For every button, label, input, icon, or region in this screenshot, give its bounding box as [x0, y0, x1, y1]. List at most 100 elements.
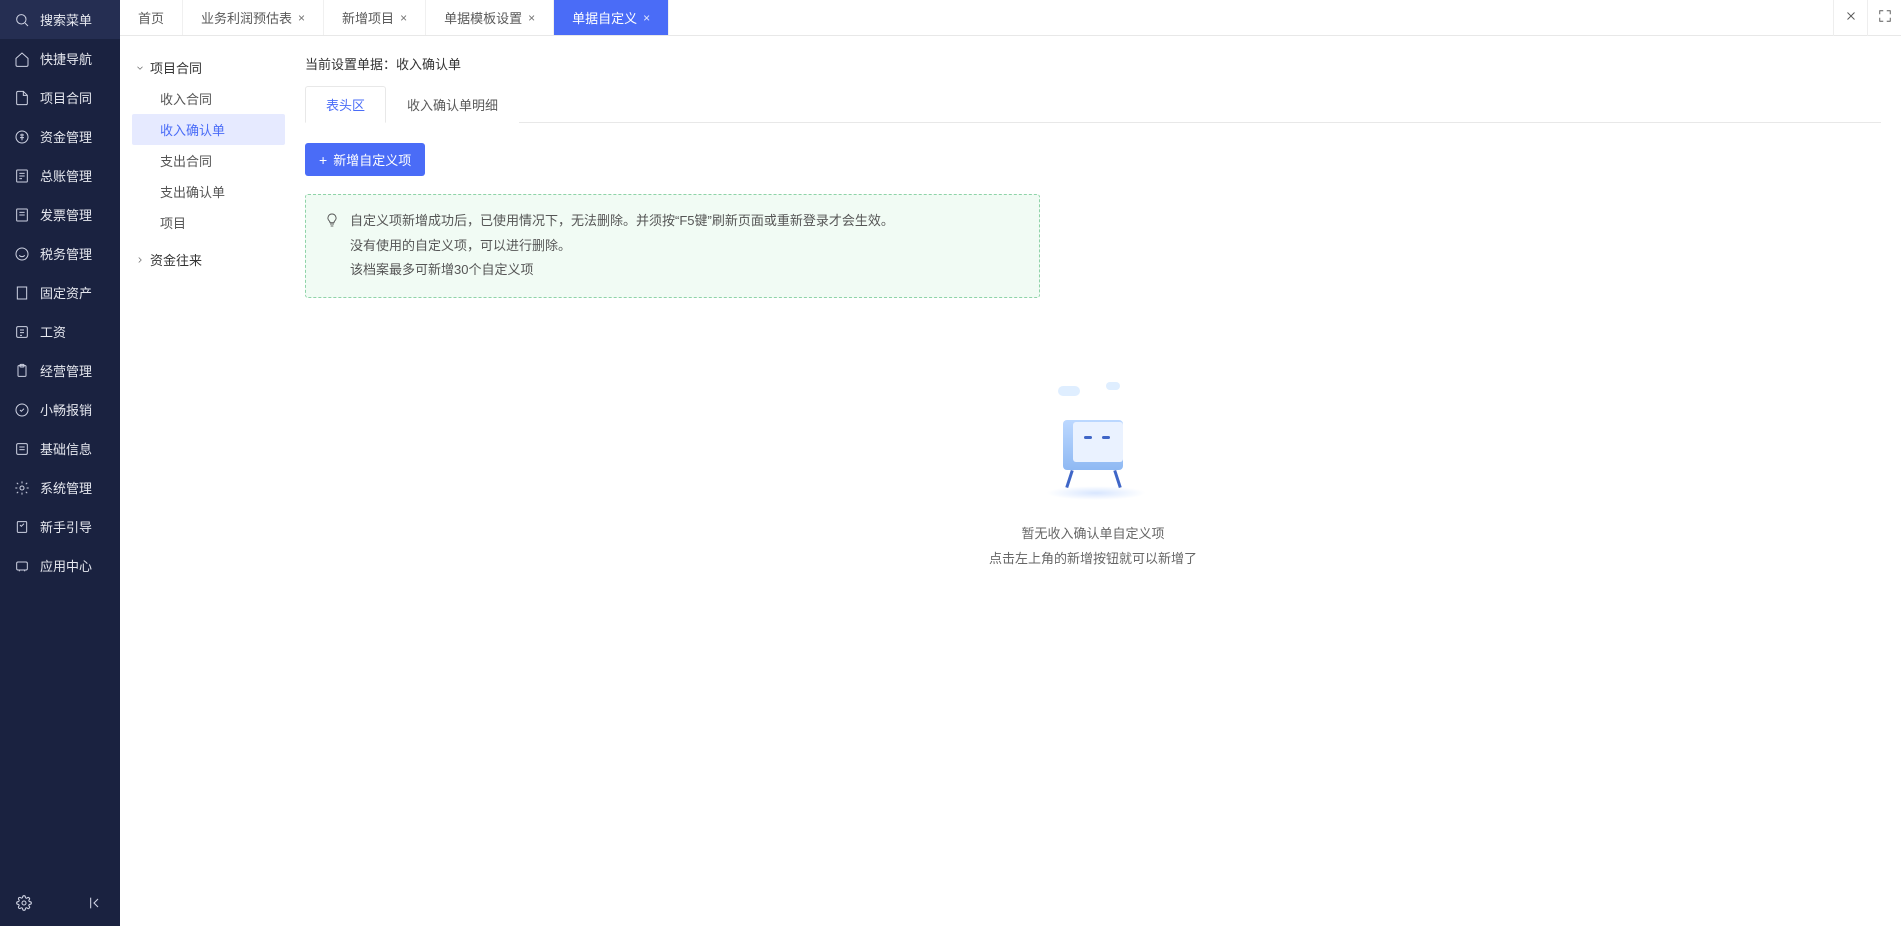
sidebar-item-label: 经营管理 — [40, 361, 92, 380]
top-tab[interactable]: 首页 — [120, 0, 183, 35]
ledger-icon — [14, 168, 30, 184]
tip-line: 没有使用的自定义项，可以进行删除。 — [350, 234, 894, 259]
sidebar-item-apps[interactable]: 应用中心 — [0, 546, 120, 585]
tree-item[interactable]: 支出确认单 — [132, 176, 285, 207]
settings-button[interactable] — [14, 894, 34, 914]
close-icon — [1844, 9, 1858, 26]
top-tab[interactable]: 单据模板设置 × — [426, 0, 554, 35]
collapse-icon — [88, 895, 104, 914]
sidebar-item-invoice[interactable]: 发票管理 — [0, 195, 120, 234]
expand-icon — [1878, 9, 1892, 26]
sidebar-footer — [0, 884, 120, 926]
tab-label: 首页 — [138, 8, 164, 27]
sidebar-item-label: 工资 — [40, 322, 66, 341]
tab-close-icon[interactable]: × — [298, 12, 305, 24]
salary-icon — [14, 324, 30, 340]
tip-line: 自定义项新增成功后，已使用情况下，无法删除。并须按“F5键”刷新页面或重新登录才… — [350, 209, 894, 234]
sidebar-item-label: 小畅报销 — [40, 400, 92, 419]
sidebar-item-label: 基础信息 — [40, 439, 92, 458]
top-tab[interactable]: 单据自定义 × — [554, 0, 669, 35]
info-icon — [14, 441, 30, 457]
sidebar-item-ledger[interactable]: 总账管理 — [0, 156, 120, 195]
tree-group-label: 资金往来 — [150, 250, 202, 269]
tab-label: 单据模板设置 — [444, 8, 522, 27]
sidebar: 搜索菜单快捷导航项目合同资金管理总账管理发票管理税务管理固定资产工资经营管理小畅… — [0, 0, 120, 926]
sidebar-item-home[interactable]: 快捷导航 — [0, 39, 120, 78]
sidebar-item-gear[interactable]: 系统管理 — [0, 468, 120, 507]
breadcrumb-value: 收入确认单 — [396, 57, 461, 72]
sidebar-item-building[interactable]: 固定资产 — [0, 273, 120, 312]
collapse-sidebar-button[interactable] — [86, 894, 106, 914]
fullscreen-button[interactable] — [1867, 0, 1901, 36]
sidebar-item-search[interactable]: 搜索菜单 — [0, 0, 120, 39]
file-icon — [14, 90, 30, 106]
content-area: 当前设置单据：收入确认单 表头区收入确认单明细 + 新增自定义项 自定义项新增成… — [285, 36, 1901, 926]
sidebar-item-label: 固定资产 — [40, 283, 92, 302]
top-tab[interactable]: 新增项目 × — [324, 0, 426, 35]
reimburse-icon — [14, 402, 30, 418]
breadcrumb-prefix: 当前设置单据： — [305, 57, 396, 72]
tree-group: 项目合同收入合同收入确认单支出合同支出确认单项目 — [132, 54, 285, 242]
tip-box: 自定义项新增成功后，已使用情况下，无法删除。并须按“F5键”刷新页面或重新登录才… — [305, 194, 1040, 298]
tab-close-icon[interactable]: × — [528, 12, 535, 24]
sidebar-item-guide[interactable]: 新手引导 — [0, 507, 120, 546]
home-icon — [14, 51, 30, 67]
empty-text-line: 点击左上角的新增按钮就可以新增了 — [989, 547, 1197, 572]
content-tab[interactable]: 收入确认单明细 — [386, 86, 519, 123]
main: 首页业务利润预估表×新增项目×单据模板设置×单据自定义× 项目合同收入合同收入确… — [120, 0, 1901, 926]
add-custom-field-button[interactable]: + 新增自定义项 — [305, 143, 425, 176]
sidebar-item-label: 项目合同 — [40, 88, 92, 107]
guide-icon — [14, 519, 30, 535]
chevron-down-icon — [134, 62, 146, 74]
search-icon — [14, 12, 30, 28]
clipboard-icon — [14, 363, 30, 379]
tree-group-header[interactable]: 资金往来 — [132, 246, 285, 273]
tax-icon — [14, 246, 30, 262]
tab-close-icon[interactable]: × — [643, 12, 650, 24]
tab-label: 单据自定义 — [572, 8, 637, 27]
tree-item[interactable]: 项目 — [132, 207, 285, 238]
sidebar-item-label: 新手引导 — [40, 517, 92, 536]
top-tab[interactable]: 业务利润预估表 × — [183, 0, 324, 35]
sidebar-item-info[interactable]: 基础信息 — [0, 429, 120, 468]
money-icon — [14, 129, 30, 145]
content-tab[interactable]: 表头区 — [305, 86, 386, 123]
breadcrumb: 当前设置单据：收入确认单 — [305, 54, 1881, 73]
sidebar-item-label: 系统管理 — [40, 478, 92, 497]
sidebar-item-reimburse[interactable]: 小畅报销 — [0, 390, 120, 429]
lightbulb-icon — [324, 212, 340, 228]
tree-item[interactable]: 收入合同 — [132, 83, 285, 114]
close-all-tabs-button[interactable] — [1833, 0, 1867, 36]
tree-group-label: 项目合同 — [150, 58, 202, 77]
tree-item[interactable]: 收入确认单 — [132, 114, 285, 145]
tree-panel: 项目合同收入合同收入确认单支出合同支出确认单项目资金往来 — [120, 36, 285, 926]
tree-group-header[interactable]: 项目合同 — [132, 54, 285, 81]
sidebar-item-label: 快捷导航 — [40, 49, 92, 68]
sidebar-item-money[interactable]: 资金管理 — [0, 117, 120, 156]
sidebar-item-salary[interactable]: 工资 — [0, 312, 120, 351]
apps-icon — [14, 558, 30, 574]
sidebar-item-label: 资金管理 — [40, 127, 92, 146]
empty-text-line: 暂无收入确认单自定义项 — [1021, 522, 1164, 547]
tree-item[interactable]: 支出合同 — [132, 145, 285, 176]
empty-state: 暂无收入确认单自定义项 点击左上角的新增按钮就可以新增了 — [305, 378, 1881, 571]
building-icon — [14, 285, 30, 301]
content-tabs: 表头区收入确认单明细 — [305, 85, 1881, 123]
tab-close-icon[interactable]: × — [400, 12, 407, 24]
tip-text: 自定义项新增成功后，已使用情况下，无法删除。并须按“F5键”刷新页面或重新登录才… — [350, 209, 894, 283]
tip-line: 该档案最多可新增30个自定义项 — [350, 258, 894, 283]
sidebar-item-tax[interactable]: 税务管理 — [0, 234, 120, 273]
tab-label: 新增项目 — [342, 8, 394, 27]
gear-icon — [14, 480, 30, 496]
chevron-right-icon — [134, 254, 146, 266]
tab-label: 业务利润预估表 — [201, 8, 292, 27]
add-button-label: 新增自定义项 — [333, 150, 411, 169]
empty-illustration — [1018, 378, 1168, 508]
sidebar-item-label: 总账管理 — [40, 166, 92, 185]
top-tab-bar: 首页 业务利润预估表 × 新增项目 × 单据模板设置 × 单据自定义 × — [120, 0, 1901, 36]
sidebar-item-clipboard[interactable]: 经营管理 — [0, 351, 120, 390]
invoice-icon — [14, 207, 30, 223]
plus-icon: + — [319, 153, 327, 167]
sidebar-item-file[interactable]: 项目合同 — [0, 78, 120, 117]
sidebar-item-label: 应用中心 — [40, 556, 92, 575]
